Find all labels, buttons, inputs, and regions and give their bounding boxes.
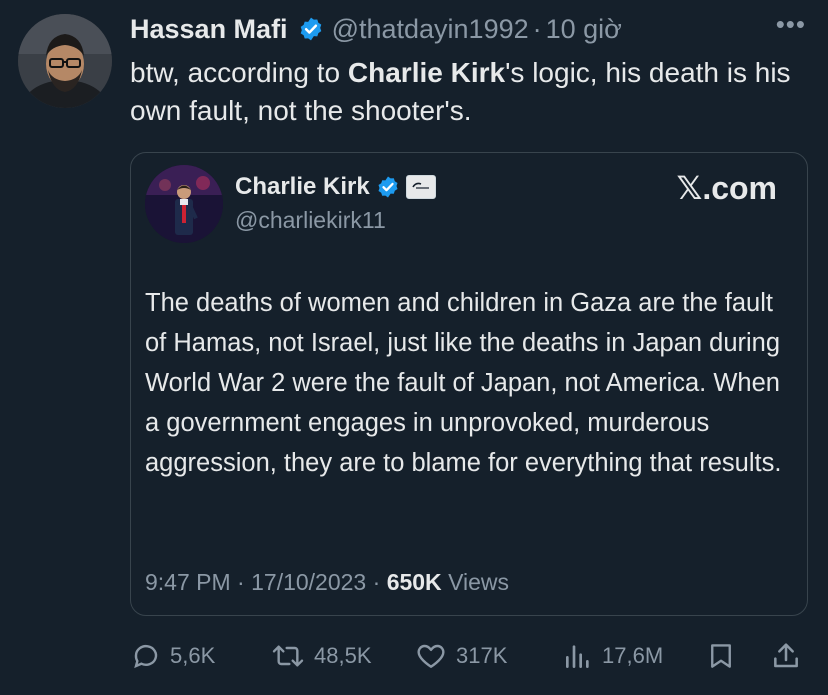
verified-badge-icon [300, 17, 321, 41]
like-count: 317K [456, 643, 508, 668]
repost-button[interactable]: 48,5K [270, 636, 372, 676]
quote-views-label: Views [448, 569, 509, 595]
reply-count: 5,6K [170, 643, 216, 668]
x-logo: 𝕏.com [676, 170, 777, 206]
tweet-time[interactable]: 10 giờ [546, 14, 622, 45]
affiliation-badge-icon[interactable] [405, 175, 436, 199]
quoted-tweet-card[interactable]: Charlie Kirk @charliekirk11 𝕏.com The de… [130, 152, 808, 616]
views-button[interactable]: 17,6M [562, 636, 663, 676]
quote-views-count: 650K [386, 569, 442, 595]
author-name[interactable]: Hassan Mafi [130, 14, 288, 45]
quote-verified-badge-icon [378, 176, 398, 198]
views-count: 17,6M [602, 643, 664, 668]
action-bar: 5,6K 48,5K 317K 17,6M [130, 636, 808, 676]
like-button[interactable]: 317K [414, 636, 507, 676]
share-icon [774, 643, 798, 668]
like-icon [417, 644, 445, 668]
quote-meta-separator: · [372, 569, 381, 595]
header-separator: · [532, 13, 542, 44]
quote-author-handle[interactable]: @charliekirk11 [235, 207, 386, 234]
quote-author-name-row: Charlie Kirk [235, 173, 436, 201]
share-button[interactable] [770, 636, 802, 676]
quote-meta-separator: · [237, 569, 245, 595]
tweet-text-pre: btw, according to [130, 57, 348, 88]
bookmark-button[interactable] [706, 636, 736, 676]
tweet-text-mention: Charlie Kirk [347, 57, 506, 88]
quote-author-name[interactable]: Charlie Kirk [235, 173, 370, 201]
reply-icon [134, 644, 158, 669]
quote-date[interactable]: 17/10/2023 [251, 569, 366, 595]
bookmark-icon [711, 644, 731, 668]
quote-avatar[interactable] [145, 165, 223, 243]
reply-button[interactable]: 5,6K [130, 636, 215, 676]
repost-icon [272, 645, 304, 667]
more-icon[interactable]: ••• [776, 11, 806, 37]
views-icon [566, 645, 589, 668]
quote-body: The deaths of women and children in Gaza… [145, 289, 782, 477]
repost-count: 48,5K [314, 643, 372, 668]
quote-meta: 9:47 PM · 17/10/2023 · 650K Views [145, 569, 509, 596]
tweet-header: Hassan Mafi @thatdayin1992 · 10 giờ [130, 12, 808, 46]
quote-time[interactable]: 9:47 PM [145, 569, 231, 595]
author-avatar[interactable] [18, 14, 112, 108]
tweet-text: btw, according to Charlie Kirk's logic, … [130, 54, 820, 130]
author-handle[interactable]: @thatdayin1992 [332, 14, 529, 45]
